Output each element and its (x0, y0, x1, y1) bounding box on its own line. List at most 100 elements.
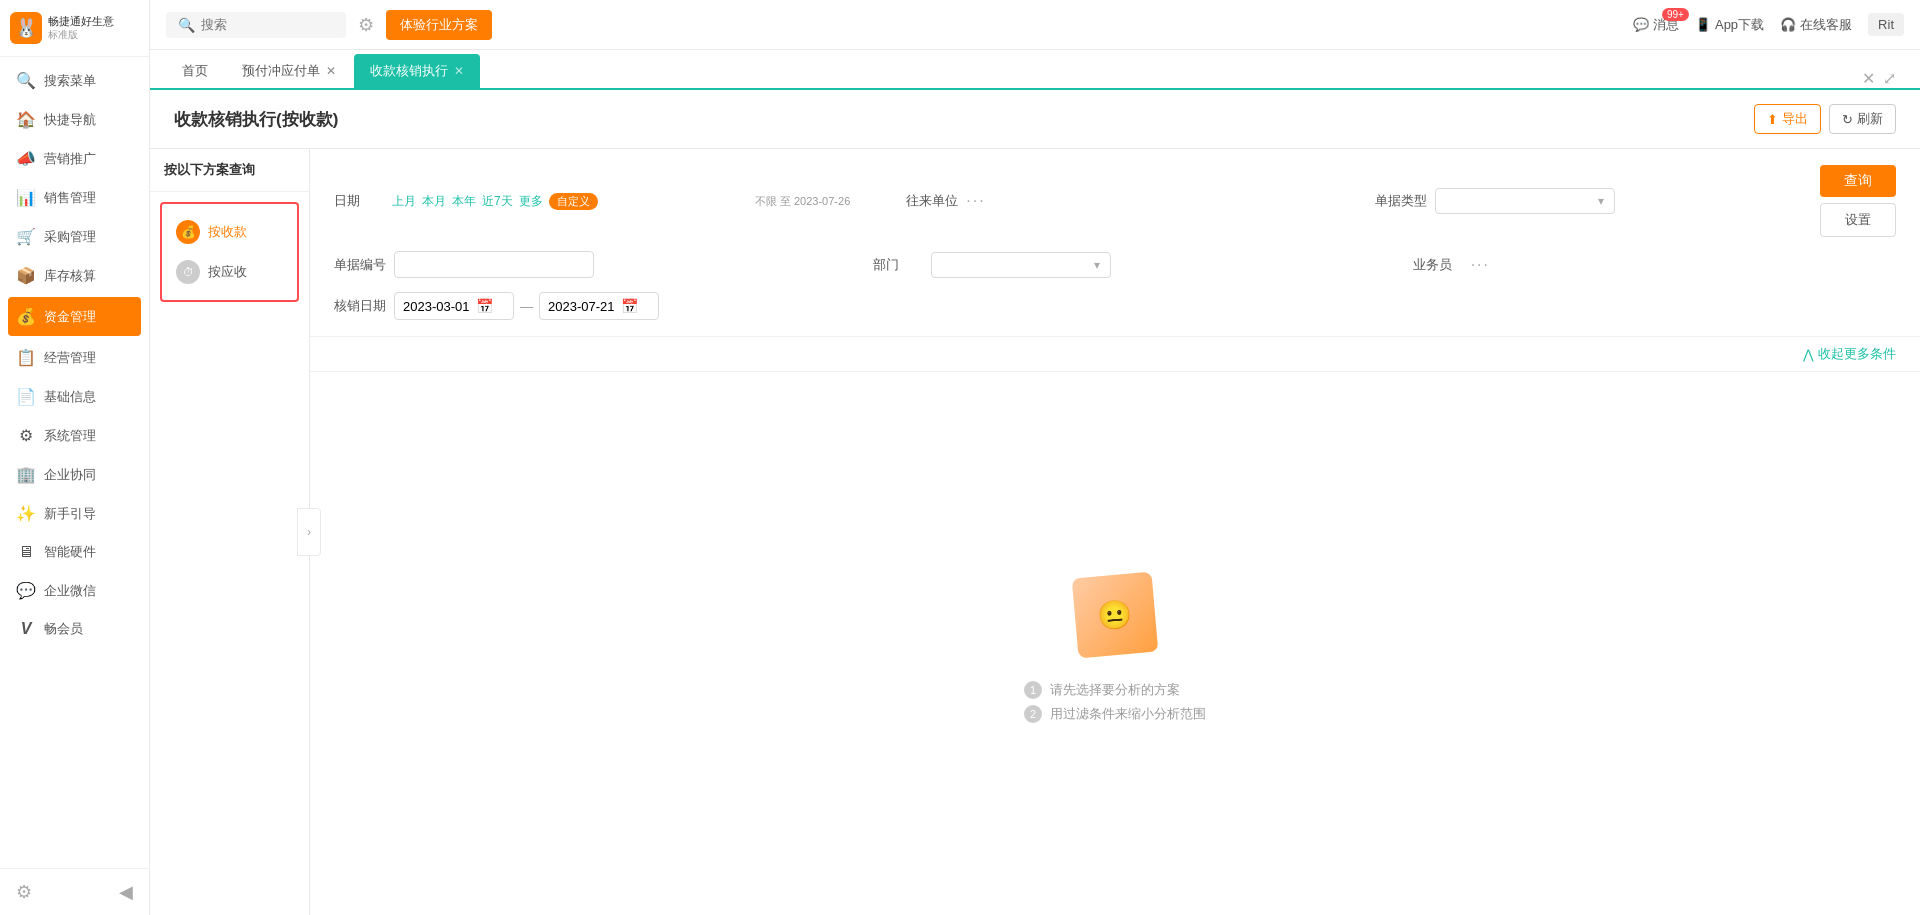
search-input[interactable] (201, 17, 321, 32)
user-avatar-btn[interactable]: Rit (1868, 13, 1904, 36)
page-title: 收款核销执行(按收款) (174, 108, 338, 131)
enterprise-icon: 🏢 (16, 465, 36, 484)
sidebar-item-wechat[interactable]: 💬 企业微信 (0, 571, 149, 610)
date-7days[interactable]: 近7天 (482, 193, 513, 210)
header-search-box[interactable]: 🔍 (166, 12, 346, 38)
page-area: 收款核销执行(按收款) ⬆ 导出 ↻ 刷新 按以下方案查询 💰 (150, 90, 1920, 915)
sidebar-label-finance: 资金管理 (44, 308, 96, 326)
sidebar-item-quick-nav[interactable]: 🏠 快捷导航 (0, 100, 149, 139)
verify-date-start-value: 2023-03-01 (403, 299, 470, 314)
doc-type-label: 单据类型 (1375, 192, 1427, 210)
sidebar-item-inventory[interactable]: 📦 库存核算 (0, 256, 149, 295)
sidebar-nav: 🔍 搜索菜单 🏠 快捷导航 📣 营销推广 📊 销售管理 🛒 采购管理 📦 库存核… (0, 57, 149, 868)
sidebar-item-enterprise[interactable]: 🏢 企业协同 (0, 455, 149, 494)
verify-date-range: 2023-03-01 📅 — 2023-07-21 📅 (394, 292, 659, 320)
staff-label: 业务员 (1413, 256, 1463, 274)
tab-receipt-close[interactable]: ✕ (454, 64, 464, 78)
chevron-down-icon: ▾ (1598, 194, 1604, 208)
filter-panel-collapse-btn[interactable]: › (297, 508, 321, 556)
sidebar-item-marketing[interactable]: 📣 营销推广 (0, 139, 149, 178)
counterparty-select[interactable]: ··· (966, 192, 985, 210)
online-service-btn[interactable]: 🎧 在线客服 (1780, 16, 1852, 34)
date-this-year[interactable]: 本年 (452, 193, 476, 210)
refresh-label: 刷新 (1857, 110, 1883, 128)
tab-receipt-label: 收款核销执行 (370, 62, 448, 80)
date-this-month[interactable]: 本月 (422, 193, 446, 210)
tab-close-all-icon[interactable]: ✕ (1862, 69, 1875, 88)
app-download-btn[interactable]: 📱 App下载 (1695, 16, 1764, 34)
refresh-btn[interactable]: ↻ 刷新 (1829, 104, 1896, 134)
sidebar-label-enterprise: 企业协同 (44, 466, 96, 484)
sidebar-item-search[interactable]: 🔍 搜索菜单 (0, 61, 149, 100)
sidebar-footer: ⚙ ◀ (0, 868, 149, 915)
dept-select[interactable]: ▾ (931, 252, 1111, 278)
sidebar-item-sales[interactable]: 📊 销售管理 (0, 178, 149, 217)
collapse-more-btn[interactable]: ⋀ 收起更多条件 (310, 337, 1920, 372)
sidebar-item-basic[interactable]: 📄 基础信息 (0, 377, 149, 416)
sidebar-label-member: 畅会员 (44, 620, 83, 638)
verify-date-end[interactable]: 2023-07-21 📅 (539, 292, 659, 320)
doc-type-select[interactable]: ▾ (1435, 188, 1615, 214)
sidebar-label-basic: 基础信息 (44, 388, 96, 406)
sidebar-item-guide[interactable]: ✨ 新手引导 (0, 494, 149, 533)
logo-icon: 🐰 (10, 12, 42, 44)
date-more[interactable]: 更多 (519, 193, 543, 210)
settings-icon[interactable]: ⚙ (16, 881, 32, 903)
filter-options-box: 💰 按收款 ⏱ 按应收 (160, 202, 299, 302)
tab-expand-icon[interactable]: ⤢ (1883, 69, 1896, 88)
filter-option-by-receivable[interactable]: ⏱ 按应收 (170, 252, 289, 292)
verify-date-start[interactable]: 2023-03-01 📅 (394, 292, 514, 320)
tip-text-1: 请先选择要分析的方案 (1050, 681, 1180, 699)
refresh-icon: ↻ (1842, 112, 1853, 127)
sidebar-label-guide: 新手引导 (44, 505, 96, 523)
gear-icon[interactable]: ⚙ (358, 14, 374, 36)
collapse-sidebar-icon[interactable]: ◀ (119, 881, 133, 903)
top-header: 🔍 ⚙ 体验行业方案 💬 消息 99+ 📱 App下载 🎧 在线客服 Rit (150, 0, 1920, 50)
date-last-month[interactable]: 上月 (392, 193, 416, 210)
empty-tip-2: 2 用过滤条件来缩小分析范围 (1024, 705, 1206, 723)
sidebar-item-purchase[interactable]: 🛒 采购管理 (0, 217, 149, 256)
page-header: 收款核销执行(按收款) ⬆ 导出 ↻ 刷新 (150, 90, 1920, 149)
message-btn[interactable]: 💬 消息 99+ (1633, 16, 1679, 34)
export-btn[interactable]: ⬆ 导出 (1754, 104, 1821, 134)
export-icon: ⬆ (1767, 112, 1778, 127)
basic-icon: 📄 (16, 387, 36, 406)
guide-icon: ✨ (16, 504, 36, 523)
query-btn[interactable]: 查询 (1820, 165, 1896, 197)
tip-num-2: 2 (1024, 705, 1042, 723)
counterparty-field: 往来单位 ··· (906, 192, 1319, 210)
tab-prepay[interactable]: 预付冲应付单 ✕ (226, 54, 352, 88)
sidebar-label-purchase: 采购管理 (44, 228, 96, 246)
date-dash: — (520, 299, 533, 314)
receivable-option-icon: ⏱ (176, 260, 200, 284)
industry-btn[interactable]: 体验行业方案 (386, 10, 492, 40)
date-field: 日期 上月 本月 本年 近7天 更多 自定义 (334, 192, 747, 210)
tab-prepay-close[interactable]: ✕ (326, 64, 336, 78)
tab-bar-right: ✕ ⤢ (1862, 69, 1904, 88)
sidebar-item-finance[interactable]: 💰 资金管理 (8, 297, 141, 336)
receipt-option-icon: 💰 (176, 220, 200, 244)
purchase-icon: 🛒 (16, 227, 36, 246)
logo-area: 🐰 畅捷通好生意 标准版 (0, 0, 149, 57)
filter-panel: 按以下方案查询 💰 按收款 ⏱ 按应收 › (150, 149, 310, 915)
hardware-icon: 🖥 (16, 543, 36, 561)
doc-number-input[interactable] (394, 251, 594, 278)
sidebar-item-operation[interactable]: 📋 经营管理 (0, 338, 149, 377)
filter-option-by-receipt[interactable]: 💰 按收款 (170, 212, 289, 252)
operation-icon: 📋 (16, 348, 36, 367)
sidebar-label-wechat: 企业微信 (44, 582, 96, 600)
settings-btn[interactable]: 设置 (1820, 203, 1896, 237)
date-custom-badge[interactable]: 自定义 (549, 193, 598, 210)
tab-receipt[interactable]: 收款核销执行 ✕ (354, 54, 480, 88)
tab-home[interactable]: 首页 (166, 54, 224, 88)
sidebar-label-quick-nav: 快捷导航 (44, 111, 96, 129)
app-download-label: App下载 (1715, 16, 1764, 34)
sidebar-item-hardware[interactable]: 🖥 智能硬件 (0, 533, 149, 571)
sidebar-item-system[interactable]: ⚙ 系统管理 (0, 416, 149, 455)
verify-date-label: 核销日期 (334, 297, 386, 315)
member-icon: V (16, 620, 36, 638)
receipt-option-label: 按收款 (208, 223, 247, 241)
staff-select[interactable]: ··· (1471, 256, 1490, 274)
sidebar-item-member[interactable]: V 畅会员 (0, 610, 149, 648)
dept-chevron-icon: ▾ (1094, 258, 1100, 272)
